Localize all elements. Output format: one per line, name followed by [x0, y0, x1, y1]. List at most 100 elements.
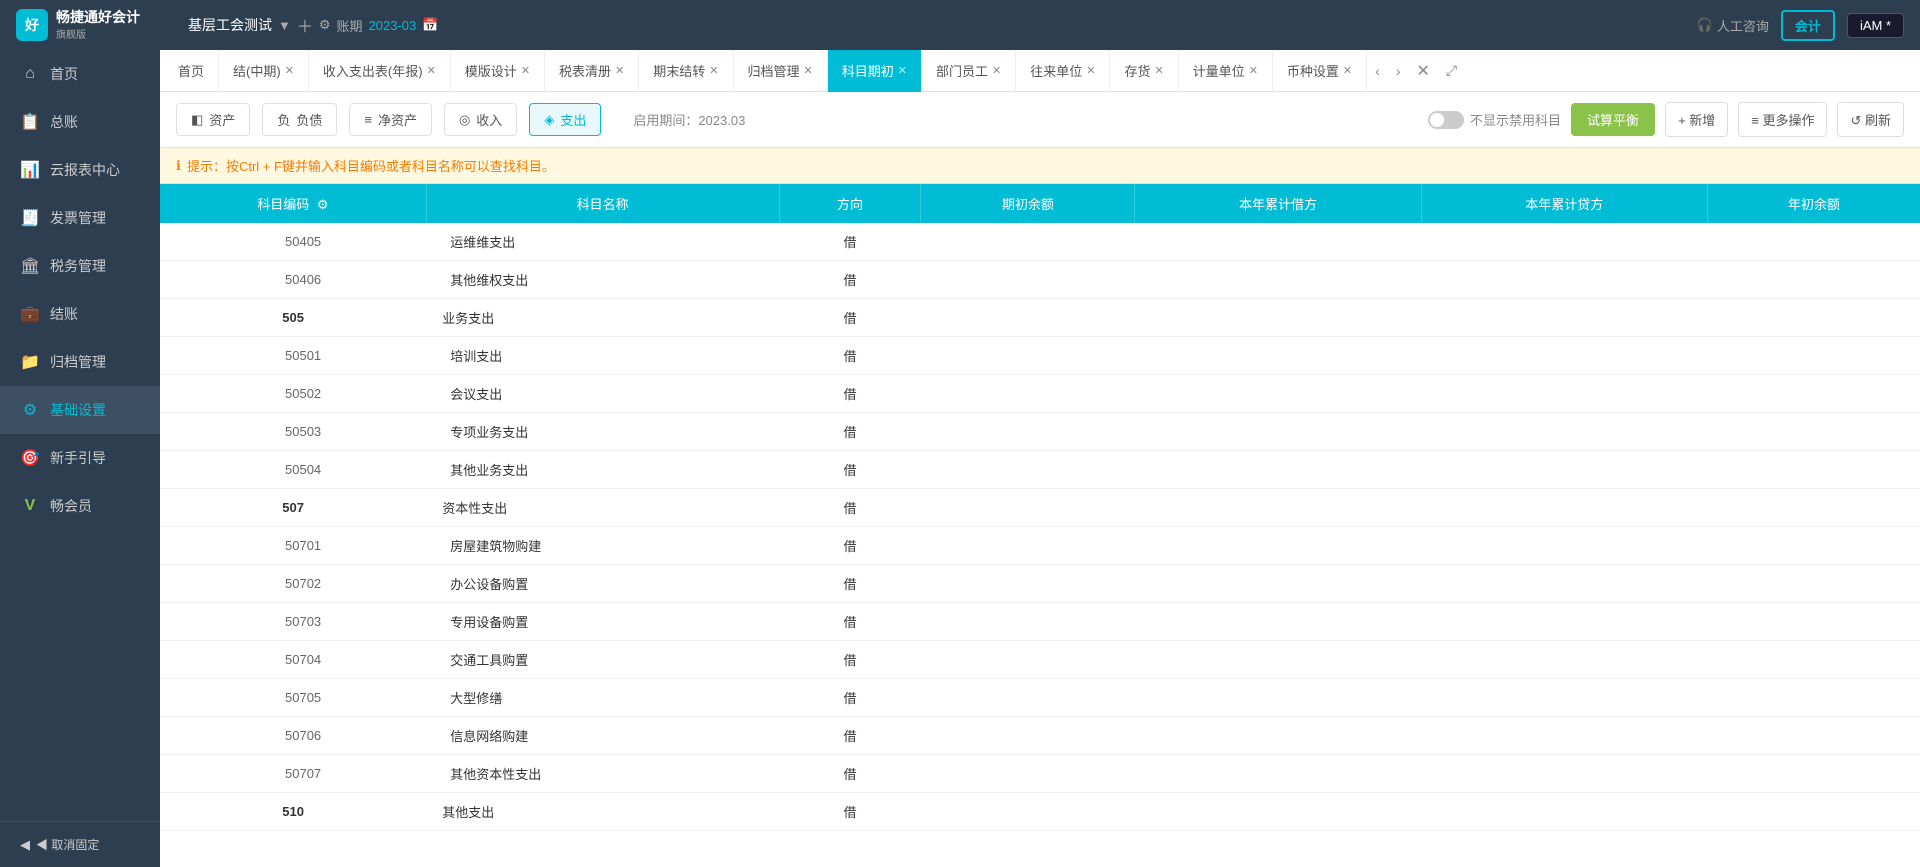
tab-period-transfer[interactable]: 期末结转 ✕ — [639, 50, 733, 92]
invoice-icon: 🧾 — [20, 208, 40, 228]
refresh-button[interactable]: ↺ 刷新 — [1837, 102, 1904, 137]
tab-close-icon[interactable]: ✕ — [615, 64, 624, 77]
tab-bar: 首页 结(中期) ✕ 收入支出表(年报) ✕ 模版设计 ✕ 税表清册 ✕ 期末结… — [160, 50, 1920, 92]
sidebar-item-guide[interactable]: 🎯 新手引导 — [0, 434, 160, 482]
tab-close-icon[interactable]: ✕ — [1343, 64, 1352, 77]
cell-direction: 借 — [779, 565, 921, 603]
cell-initial-balance — [921, 489, 1135, 527]
table-row[interactable]: 50702 办公设备购置 借 — [160, 565, 1920, 603]
tab-department[interactable]: 部门员工 ✕ — [922, 50, 1016, 92]
filter-tab-asset-label: 资产 — [209, 110, 235, 129]
company-settings-icon[interactable]: ⚙ — [319, 17, 331, 33]
column-settings-icon[interactable]: ⚙ — [317, 197, 329, 212]
balance-button[interactable]: 试算平衡 — [1571, 103, 1655, 136]
cell-name: 运维维支出 — [426, 223, 779, 261]
tab-counterpart-label: 往来单位 — [1030, 61, 1082, 80]
tab-close-icon[interactable]: ✕ — [427, 64, 436, 77]
filter-tab-asset[interactable]: ◧ 资产 — [176, 103, 250, 136]
tab-close-icon[interactable]: ✕ — [1154, 64, 1163, 77]
table-row[interactable]: 50504 其他业务支出 借 — [160, 451, 1920, 489]
sidebar-item-reports[interactable]: 📊 云报表中心 — [0, 146, 160, 194]
tab-annual-report[interactable]: 收入支出表(年报) ✕ — [309, 50, 451, 92]
tab-close-icon[interactable]: ✕ — [521, 64, 530, 77]
tab-tax-table[interactable]: 税表清册 ✕ — [545, 50, 639, 92]
archive-icon: 📁 — [20, 352, 40, 372]
tab-close-icon[interactable]: ✕ — [285, 64, 294, 77]
tab-mid-settlement[interactable]: 结(中期) ✕ — [219, 50, 309, 92]
table-row[interactable]: 507 资本性支出 借 — [160, 489, 1920, 527]
cell-year-initial — [1707, 299, 1920, 337]
tab-close-icon[interactable]: ✕ — [804, 64, 813, 77]
tab-close-icon[interactable]: ✕ — [898, 64, 907, 77]
filter-tab-liability[interactable]: 负 负债 — [262, 103, 337, 136]
account-button[interactable]: 会计 — [1781, 10, 1835, 41]
filter-tab-expense[interactable]: ◈ 支出 — [529, 103, 601, 136]
tab-currency[interactable]: 币种设置 ✕ — [1273, 50, 1367, 92]
sidebar-item-tax[interactable]: 🏛 税务管理 — [0, 242, 160, 290]
cell-ytd-debit — [1135, 375, 1421, 413]
tab-nav-prev[interactable]: ‹ — [1367, 59, 1388, 83]
cell-direction: 借 — [779, 603, 921, 641]
tab-nav-next[interactable]: › — [1388, 59, 1409, 83]
sidebar-item-home[interactable]: ⌂ 首页 — [0, 50, 160, 98]
cell-year-initial — [1707, 337, 1920, 375]
filter-tab-net-asset[interactable]: ≡ 净资产 — [349, 103, 432, 136]
table-row[interactable]: 50707 其他资本性支出 借 — [160, 755, 1920, 793]
cell-ytd-credit — [1421, 717, 1707, 755]
period-calendar-icon[interactable]: 📅 — [422, 17, 438, 33]
table-row[interactable]: 50501 培训支出 借 — [160, 337, 1920, 375]
add-button[interactable]: + 新增 — [1665, 102, 1728, 137]
tab-subject-initial[interactable]: 科目期初 ✕ — [828, 50, 922, 92]
tab-counterpart[interactable]: 往来单位 ✕ — [1016, 50, 1110, 92]
sidebar-item-ledger[interactable]: 📋 总账 — [0, 98, 160, 146]
table-row[interactable]: 50704 交通工具购置 借 — [160, 641, 1920, 679]
sidebar-item-settings[interactable]: ⚙ 基础设置 — [0, 386, 160, 434]
tab-close-icon[interactable]: ✕ — [1086, 64, 1095, 77]
cell-year-initial — [1707, 717, 1920, 755]
table-row[interactable]: 505 业务支出 借 — [160, 299, 1920, 337]
table-row[interactable]: 50503 专项业务支出 借 — [160, 413, 1920, 451]
table-container: 科目编码 ⚙ 科目名称 方向 期初余额 本年累计借方 本年累计贷方 年初余额 5… — [160, 184, 1920, 867]
hint-icon: ℹ — [176, 158, 181, 174]
company-dropdown-icon[interactable]: ▼ — [278, 18, 291, 33]
table-row[interactable]: 50703 专用设备购置 借 — [160, 603, 1920, 641]
tab-close-all-button[interactable]: ✕ — [1408, 57, 1437, 85]
tab-maximize-button[interactable]: ⤢ — [1438, 58, 1465, 83]
table-row[interactable]: 510 其他支出 借 — [160, 793, 1920, 831]
sidebar-item-archive[interactable]: 📁 归档管理 — [0, 338, 160, 386]
tab-close-icon[interactable]: ✕ — [1249, 64, 1258, 77]
table-row[interactable]: 50701 房屋建筑物购建 借 — [160, 527, 1920, 565]
cell-code: 50702 — [160, 565, 426, 603]
table-row[interactable]: 50705 大型修缮 借 — [160, 679, 1920, 717]
cell-ytd-credit — [1421, 603, 1707, 641]
subject-table: 科目编码 ⚙ 科目名称 方向 期初余额 本年累计借方 本年累计贷方 年初余额 5… — [160, 184, 1920, 831]
liability-icon: 负 — [277, 110, 290, 129]
add-company-icon[interactable]: ＋ — [297, 13, 313, 37]
tab-unit[interactable]: 计量单位 ✕ — [1179, 50, 1273, 92]
table-row[interactable]: 50706 信息网络购建 借 — [160, 717, 1920, 755]
tab-close-icon[interactable]: ✕ — [992, 64, 1001, 77]
table-row[interactable]: 50502 会议支出 借 — [160, 375, 1920, 413]
tab-archive-mgmt[interactable]: 归档管理 ✕ — [734, 50, 828, 92]
sidebar-item-invoice[interactable]: 🧾 发票管理 — [0, 194, 160, 242]
sidebar-item-settlement[interactable]: 💼 结账 — [0, 290, 160, 338]
logo-text-area: 畅捷通好会计 旗舰版 — [56, 9, 140, 41]
iam-badge[interactable]: iAM * — [1847, 13, 1904, 38]
tab-close-icon[interactable]: ✕ — [709, 64, 718, 77]
tab-template[interactable]: 模版设计 ✕ — [451, 50, 545, 92]
table-row[interactable]: 50405 运维维支出 借 — [160, 223, 1920, 261]
tab-inventory[interactable]: 存货 ✕ — [1110, 50, 1178, 92]
cell-initial-balance — [921, 261, 1135, 299]
more-button[interactable]: ≡ 更多操作 — [1738, 102, 1827, 137]
cell-direction: 借 — [779, 527, 921, 565]
tab-currency-label: 币种设置 — [1287, 61, 1339, 80]
table-row[interactable]: 50406 其他维权支出 借 — [160, 261, 1920, 299]
toggle-disabled-switch[interactable] — [1428, 111, 1464, 129]
sidebar-item-member[interactable]: V 畅会员 — [0, 482, 160, 530]
tab-home[interactable]: 首页 — [164, 50, 219, 92]
filter-tab-income[interactable]: ◎ 收入 — [444, 103, 517, 136]
support-button[interactable]: 🎧 人工咨询 — [1697, 16, 1769, 35]
cell-name: 房屋建筑物购建 — [426, 527, 779, 565]
cell-initial-balance — [921, 565, 1135, 603]
sidebar-collapse-button[interactable]: ◀ ◀ 取消固定 — [0, 821, 160, 867]
